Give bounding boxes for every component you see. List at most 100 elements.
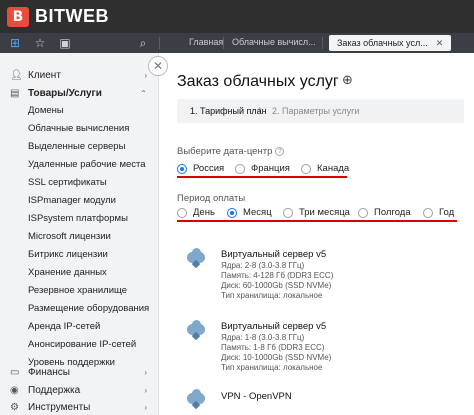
radio-period-day[interactable]: День <box>177 207 215 218</box>
sidebar-group-label: Поддержка <box>28 384 81 396</box>
radio-dot <box>177 207 187 218</box>
tools-icon: ⚙ <box>10 401 19 413</box>
product-title: Виртуальный сервер v5 <box>221 249 327 260</box>
wallet-icon: ▭ <box>10 366 20 378</box>
sidebar-group-support[interactable]: ◉ Поддержка › <box>10 382 155 398</box>
datacenter-label: Выберите дата-центр? <box>177 146 285 157</box>
sidebar-group-label: Клиент <box>28 69 61 81</box>
sidebar-item-remote-desktops[interactable]: Удаленные рабочие места <box>28 158 146 172</box>
sidebar-group-products[interactable]: ▤ Товары/Услуги ⌃ <box>10 85 155 101</box>
radio-label: Франция <box>251 163 290 174</box>
breadcrumb-divider <box>322 37 323 49</box>
product-spec: Тип хранилища: локальное <box>221 291 323 300</box>
product-title: Виртуальный сервер v5 <box>221 321 327 332</box>
chevron-right-icon: › <box>258 104 262 115</box>
sidebar-item-ssl[interactable]: SSL сертификаты <box>28 176 107 190</box>
radio-label: День <box>193 207 215 218</box>
chevron-right-icon: › <box>144 402 147 412</box>
datacenter-label-text: Выберите дата-центр <box>177 146 273 157</box>
product-card[interactable]: VPN - OpenVPN <box>187 389 457 410</box>
sidebar-item-ip-rent[interactable]: Аренда IP-сетей <box>28 320 100 334</box>
radio-label: Месяц <box>243 207 272 218</box>
step-active[interactable]: 1. Тарифный план <box>190 106 267 116</box>
product-spec: Ядра: 1-8 (3.0-3.8 ГГц) <box>221 333 305 342</box>
sidebar-group-client[interactable]: 👤︎ Клиент › <box>10 67 155 83</box>
product-card[interactable]: Виртуальный сервер v5 Ядра: 2-8 (3.0-3.8… <box>187 248 457 300</box>
sidebar-group-tools[interactable]: ⚙ Инструменты › <box>10 399 155 415</box>
sidebar-item-bitrix[interactable]: Битрикс лицензии <box>28 248 108 262</box>
sidebar-group-label: Товары/Услуги <box>28 87 102 99</box>
close-tab-icon[interactable]: ✕ <box>436 38 444 49</box>
main-content: Заказ облачных услуг ⊕ 1. Тарифный план … <box>160 53 474 415</box>
sidebar-item-backup[interactable]: Резервное хранилище <box>28 284 127 298</box>
sidebar-group-label: Инструменты <box>28 401 91 413</box>
sidebar-item-colocation[interactable]: Размещение оборудования <box>28 302 149 316</box>
apps-icon[interactable]: ⊞ <box>6 34 24 52</box>
breadcrumb-divider <box>223 37 224 49</box>
page-title: Заказ облачных услуг <box>177 73 339 90</box>
breadcrumb-home[interactable]: Главная <box>189 37 223 47</box>
support-icon: ◉ <box>10 384 19 396</box>
radio-dot <box>423 207 433 218</box>
star-icon[interactable]: ☆ <box>31 34 49 52</box>
cloud-download-icon <box>187 320 209 341</box>
product-title: VPN - OpenVPN <box>221 391 292 402</box>
help-icon[interactable]: ? <box>275 146 285 156</box>
radio-period-year[interactable]: Год <box>423 207 454 218</box>
radio-label: Год <box>439 207 455 218</box>
breadcrumb-cloud[interactable]: Облачные вычисл... <box>232 37 316 47</box>
radio-label: Три месяца <box>299 207 350 218</box>
breadcrumb-current-tab[interactable]: Заказ облачных усл... ✕ <box>329 35 452 51</box>
radio-datacenter-france[interactable]: Франция <box>235 163 290 174</box>
sidebar-item-ip-announce[interactable]: Анонсирование IP-сетей <box>28 338 136 352</box>
radio-dot <box>227 207 237 218</box>
radio-dot <box>177 163 187 174</box>
brand-logo[interactable]: B BITWEB <box>7 6 109 27</box>
shop-icon[interactable]: ▣ <box>56 34 74 52</box>
radio-datacenter-canada[interactable]: Канада <box>301 163 349 174</box>
sidebar-item-cloud[interactable]: Облачные вычисления <box>28 122 129 136</box>
chevron-right-icon: › <box>144 367 147 377</box>
sidebar-item-domains[interactable]: Домены <box>28 104 64 118</box>
sidebar-item-ispmanager[interactable]: ISPmanager модули <box>28 194 116 208</box>
toolbar: ⊞ ☆ ▣ ⌕ Главная Облачные вычисл... Заказ… <box>0 33 474 53</box>
step-next[interactable]: 2. Параметры услуги <box>272 106 359 116</box>
sidebar: 👤︎ Клиент › ▤ Товары/Услуги ⌃ Домены Обл… <box>0 53 159 415</box>
sidebar-item-ispsystem[interactable]: ISPsystem платформы <box>28 212 128 226</box>
period-label: Период оплаты <box>177 193 246 204</box>
sidebar-item-dedicated[interactable]: Выделенные серверы <box>28 140 125 154</box>
product-card[interactable]: Виртуальный сервер v5 Ядра: 1-8 (3.0-3.8… <box>187 320 457 372</box>
radio-label: Россия <box>193 163 225 174</box>
sidebar-item-microsoft[interactable]: Microsoft лицензии <box>28 230 111 244</box>
logo-mark: B <box>7 6 29 27</box>
chevron-right-icon: › <box>144 385 147 395</box>
sidebar-group-label: Финансы <box>28 366 70 378</box>
steps-bar: 1. Тарифный план › 2. Параметры услуги <box>177 99 464 123</box>
chevron-right-icon: › <box>144 70 147 80</box>
radio-period-half-year[interactable]: Полгода <box>358 207 411 218</box>
product-spec: Диск: 60-1000Gb (SSD NVMe) <box>221 281 332 290</box>
product-spec: Диск: 10-1000Gb (SSD NVMe) <box>221 353 332 362</box>
cloud-download-icon <box>187 389 209 410</box>
box-icon: ▤ <box>10 87 20 99</box>
radio-period-three-months[interactable]: Три месяца <box>283 207 350 218</box>
globe-icon[interactable]: ⊕ <box>342 73 353 88</box>
radio-period-month[interactable]: Месяц <box>227 207 272 218</box>
radio-label: Полгода <box>374 207 411 218</box>
user-icon: 👤︎ <box>10 69 23 81</box>
radio-datacenter-russia[interactable]: Россия <box>177 163 224 174</box>
product-spec: Тип хранилища: локальное <box>221 363 323 372</box>
radio-dot <box>301 163 311 174</box>
annotation-underline <box>177 220 457 222</box>
sidebar-group-finance[interactable]: ▭ Финансы › <box>10 364 155 380</box>
radio-dot <box>358 207 368 218</box>
sidebar-item-storage[interactable]: Хранение данных <box>28 266 107 280</box>
search-icon[interactable]: ⌕ <box>134 34 152 52</box>
breadcrumb-divider <box>159 37 160 49</box>
product-spec: Память: 1-8 Гб (DDR3 ECC) <box>221 343 325 352</box>
product-spec: Ядра: 2-8 (3.0-3.8 ГГц) <box>221 261 305 270</box>
brand-name: BITWEB <box>35 6 109 26</box>
breadcrumb-current-label: Заказ облачных усл... <box>337 38 428 48</box>
radio-dot <box>283 207 293 218</box>
radio-label: Канада <box>317 163 350 174</box>
